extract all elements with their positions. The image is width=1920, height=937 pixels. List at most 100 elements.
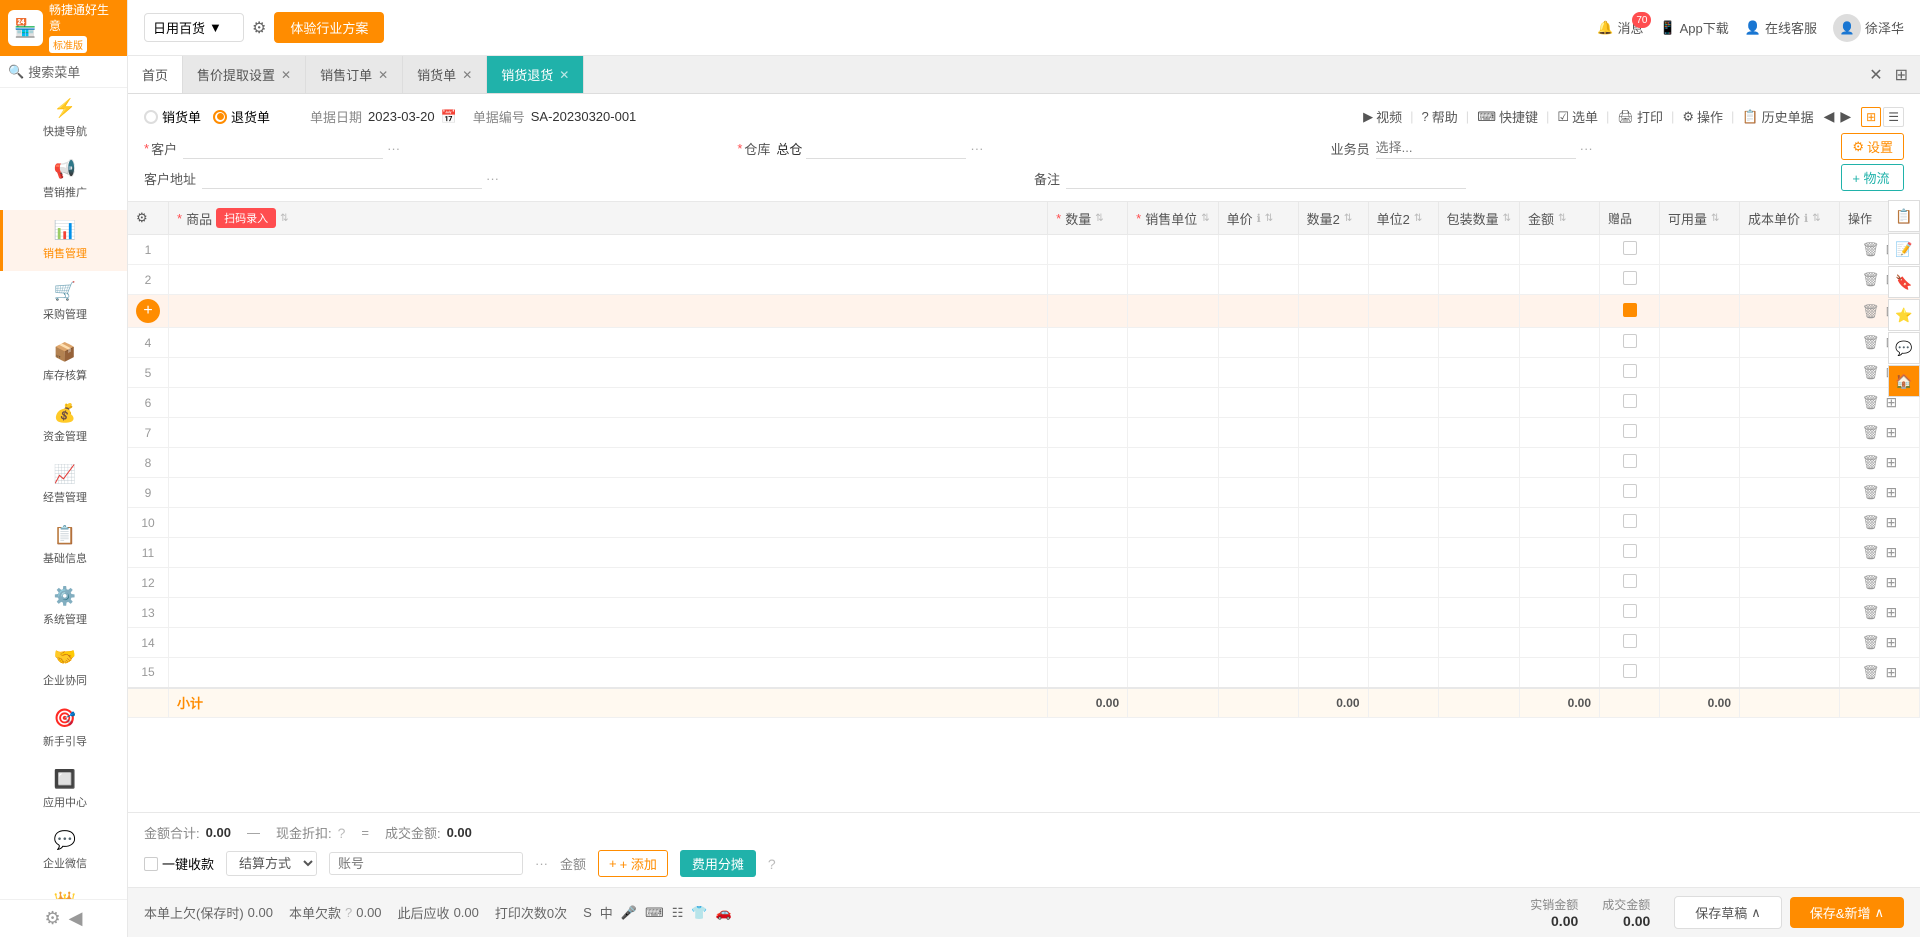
tab-sale-order[interactable]: 销售订单 ✕ — [306, 56, 403, 94]
table-settings-icon[interactable]: ⚙ — [136, 210, 148, 225]
right-action-bookmark-icon[interactable]: 🔖 — [1888, 266, 1920, 298]
unit-cell-1[interactable] — [1128, 235, 1218, 265]
expense-help-icon[interactable]: ? — [768, 856, 776, 872]
close-all-tabs-icon[interactable]: ✕ — [1865, 63, 1886, 87]
add-payment-btn[interactable]: + + 添加 — [598, 850, 668, 877]
notification-btn[interactable]: 🔔 消息 70 — [1597, 18, 1643, 37]
tab-sale-settings-close[interactable]: ✕ — [281, 68, 291, 82]
list-view-btn[interactable]: ☰ — [1883, 107, 1904, 127]
sidebar-item-member[interactable]: 👑 畅会员 — [0, 881, 127, 899]
toolbar-video-btn[interactable]: ▶ 视频 — [1363, 107, 1402, 126]
sidebar-item-newbie[interactable]: 🎯 新手引导 — [0, 698, 127, 759]
sidebar-item-basic[interactable]: 📋 基础信息 — [0, 515, 127, 576]
gift-checkbox-2[interactable] — [1623, 271, 1637, 285]
gift-checkbox-active[interactable] — [1623, 303, 1637, 317]
scan-btn[interactable]: 扫码录入 — [216, 208, 276, 228]
right-action-star-icon[interactable]: ⭐ — [1888, 299, 1920, 331]
address-dots-icon[interactable]: ··· — [486, 171, 499, 186]
salesperson-input[interactable] — [1376, 137, 1576, 159]
help-question-icon[interactable]: ? — [338, 825, 346, 841]
tab-sale-return[interactable]: 销货退货 ✕ — [487, 56, 584, 94]
sidebar-item-finance[interactable]: 💰 资金管理 — [0, 393, 127, 454]
sidebar-item-sales[interactable]: 📊 销售管理 — [0, 210, 127, 271]
grid-view-btn[interactable]: ⊞ — [1861, 107, 1881, 127]
toolbar-history-btn[interactable]: 📋 历史单据 — [1742, 107, 1813, 126]
right-action-copy-icon[interactable]: 📋 — [1888, 200, 1920, 232]
address-input[interactable] — [202, 167, 482, 189]
gift-checkbox-1[interactable] — [1623, 241, 1637, 255]
tab-sale-delivery-close[interactable]: ✕ — [462, 68, 472, 82]
add-row-btn[interactable]: + — [136, 299, 160, 323]
form-settings-btn[interactable]: ⚙ 设置 — [1841, 133, 1904, 160]
tab-sale-return-close[interactable]: ✕ — [559, 68, 569, 82]
toolbar-print-btn[interactable]: 🖨 打印 — [1617, 107, 1663, 126]
delete-row-2-icon[interactable]: 🗑 — [1862, 271, 1880, 288]
account-dots-icon[interactable]: ··· — [535, 856, 548, 871]
search-menu-item[interactable]: 🔍 搜索菜单 — [0, 56, 127, 88]
gift-cell-1[interactable] — [1600, 235, 1660, 265]
sidebar-item-shortcut[interactable]: ⚡ 快捷导航 — [0, 88, 127, 149]
save-new-btn[interactable]: 保存&新增 ∧ — [1790, 897, 1904, 928]
industry-selector[interactable]: 日用百货 ▼ — [144, 13, 244, 42]
collapse-icon[interactable]: ◀ — [69, 908, 83, 929]
th-settings[interactable]: ⚙ — [128, 202, 169, 235]
calendar-icon[interactable]: 📅 — [441, 109, 457, 125]
customer-dots-icon[interactable]: ··· — [387, 141, 400, 156]
one-click-collect-checkbox[interactable]: 一键收款 — [144, 854, 214, 873]
save-draft-btn[interactable]: 保存草稿 ∧ — [1674, 896, 1782, 929]
hist-prev-btn[interactable]: ◀ — [1822, 106, 1837, 127]
tab-sale-order-close[interactable]: ✕ — [378, 68, 388, 82]
price-cell-1[interactable] — [1218, 235, 1298, 265]
tab-menu-icon[interactable]: ⊞ — [1891, 63, 1912, 87]
calc-method-select[interactable]: 结算方式 — [226, 851, 317, 876]
topbar-gear-icon[interactable]: ⚙ — [252, 18, 266, 38]
right-action-chat-icon[interactable]: 💬 — [1888, 332, 1920, 364]
sidebar-item-cooperation[interactable]: 🤝 企业协同 — [0, 637, 127, 698]
toolbar-shortcut-btn[interactable]: ⌨ 快捷键 — [1477, 107, 1538, 126]
online-service-btn[interactable]: 👤 在线客服 — [1745, 18, 1817, 37]
warehouse-dots-icon[interactable]: ··· — [970, 141, 983, 156]
toolbar-select-btn[interactable]: ☑ 选单 — [1557, 107, 1598, 126]
tab-sale-delivery[interactable]: 销货单 ✕ — [403, 56, 487, 94]
amount-cell-1[interactable] — [1520, 235, 1600, 265]
hist-next-btn[interactable]: ▶ — [1838, 106, 1853, 127]
toolbar-help-btn[interactable]: ? 帮助 — [1422, 107, 1458, 126]
settings-bottom-icon[interactable]: ⚙ — [45, 908, 61, 929]
delete-active-icon[interactable]: 🗑 — [1862, 303, 1880, 320]
account-input[interactable] — [329, 852, 523, 875]
sidebar-item-operations[interactable]: 📈 经营管理 — [0, 454, 127, 515]
debit-help-icon[interactable]: ? — [345, 905, 352, 920]
right-action-edit-icon[interactable]: 📝 — [1888, 233, 1920, 265]
radio-delivery[interactable]: 销货单 — [144, 107, 201, 126]
salesperson-dots-icon[interactable]: ··· — [1580, 141, 1593, 156]
expense-split-btn[interactable]: 费用分摊 — [680, 850, 756, 877]
remark-input[interactable] — [1066, 167, 1466, 189]
product-cell-1[interactable] — [169, 235, 1048, 265]
radio-return[interactable]: 退货单 — [213, 107, 270, 126]
tab-sale-settings[interactable]: 售价提取设置 ✕ — [183, 56, 306, 94]
tab-home[interactable]: 首页 — [128, 56, 183, 94]
right-action-home-icon[interactable]: 🏠 — [1888, 365, 1920, 397]
sidebar-item-system[interactable]: ⚙️ 系统管理 — [0, 576, 127, 637]
unit2-cell-1[interactable] — [1368, 235, 1438, 265]
sidebar-item-wechat[interactable]: 💬 企业微信 — [0, 820, 127, 881]
pack-cell-1[interactable] — [1438, 235, 1519, 265]
app-download-btn[interactable]: 📱 App下载 — [1659, 18, 1728, 37]
warehouse-input[interactable] — [806, 137, 966, 159]
trial-btn[interactable]: 体验行业方案 — [274, 12, 384, 43]
sidebar-item-purchase[interactable]: 🛒 采购管理 — [0, 271, 127, 332]
product-input-active[interactable] — [177, 304, 1039, 319]
toolbar-operate-btn[interactable]: ⚙ 操作 — [1682, 107, 1723, 126]
sidebar-item-apps[interactable]: 🔲 应用中心 — [0, 759, 127, 820]
cost-cell-1[interactable] — [1740, 235, 1840, 265]
one-click-checkbox-icon[interactable] — [144, 857, 158, 871]
logistics-btn[interactable]: + 物流 — [1841, 164, 1904, 191]
avail-cell-1[interactable] — [1660, 235, 1740, 265]
user-menu[interactable]: 👤 徐泽华 — [1833, 14, 1904, 42]
qty2-cell-1[interactable] — [1298, 235, 1368, 265]
delete-row-1-icon[interactable]: 🗑 — [1862, 241, 1880, 258]
customer-input[interactable] — [183, 137, 383, 159]
sidebar-item-marketing[interactable]: 📢 营销推广 — [0, 149, 127, 210]
sidebar-item-inventory[interactable]: 📦 库存核算 — [0, 332, 127, 393]
qty-cell-1[interactable] — [1048, 235, 1128, 265]
